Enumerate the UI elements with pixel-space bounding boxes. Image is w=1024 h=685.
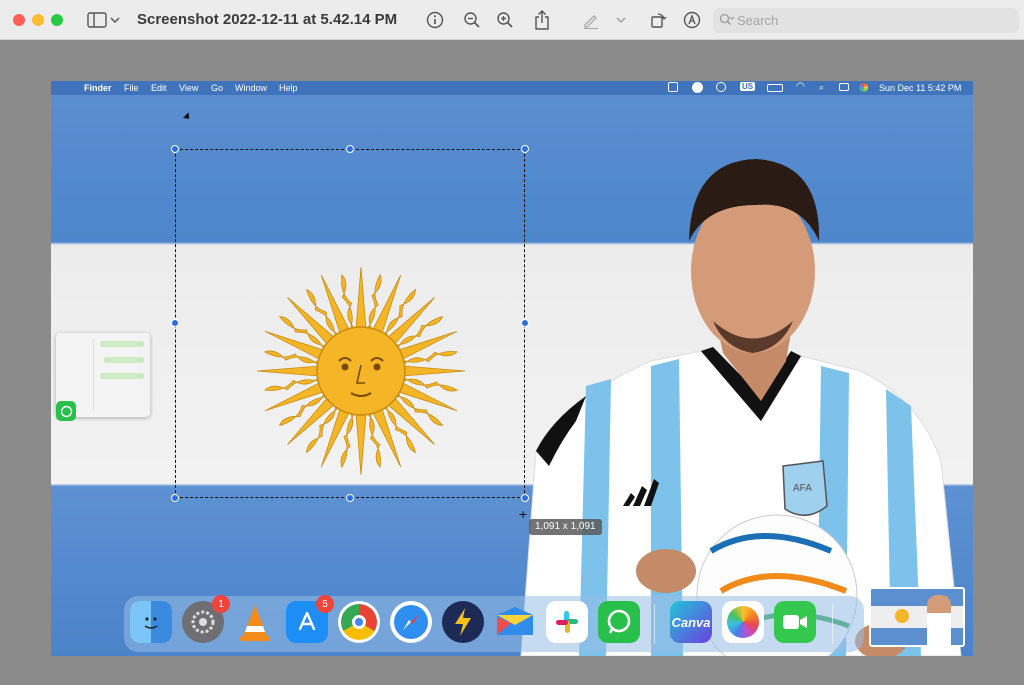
keyboard-layout-badge: US bbox=[740, 82, 756, 91]
facetime-icon bbox=[774, 601, 816, 643]
dock-divider bbox=[832, 604, 833, 644]
slack-icon bbox=[546, 601, 588, 643]
search-field[interactable] bbox=[713, 8, 1019, 33]
screenshot-thumbnail-preview[interactable] bbox=[869, 587, 965, 647]
reeder-icon bbox=[442, 601, 484, 643]
title-bar: Screenshot 2022-12-11 at 5.42.14 PM bbox=[0, 0, 1024, 40]
share-icon[interactable] bbox=[531, 9, 553, 31]
system-preferences-badge: 1 bbox=[212, 595, 230, 613]
whatsapp-icon[interactable] bbox=[56, 401, 76, 421]
svg-text:AFA: AFA bbox=[793, 483, 812, 494]
menubar-item-edit: Edit bbox=[151, 83, 167, 93]
rotate-icon[interactable] bbox=[647, 9, 669, 31]
app-store-icon: 5 bbox=[286, 595, 334, 643]
thumbnail-sun bbox=[895, 609, 909, 623]
canva-icon: Canva bbox=[670, 601, 712, 643]
bolt-icon bbox=[692, 82, 703, 93]
selection-handle-right[interactable] bbox=[521, 319, 529, 327]
menubar-item-file: File bbox=[124, 83, 139, 93]
selection-handle-bottom[interactable] bbox=[346, 494, 354, 502]
search-icon bbox=[719, 13, 735, 32]
chevron-down-icon[interactable] bbox=[108, 9, 122, 31]
selection-handle-bottom-right[interactable] bbox=[521, 494, 529, 502]
selection-handle-left[interactable] bbox=[171, 319, 179, 327]
airmail-icon bbox=[494, 601, 536, 643]
menubar-item-window: Window bbox=[235, 83, 268, 93]
document-title: Screenshot 2022-12-11 at 5.42.14 PM bbox=[137, 11, 398, 28]
wifi-icon: ◠ bbox=[796, 81, 805, 92]
captured-menubar: Finder File Edit View Go Window Help US … bbox=[51, 81, 973, 95]
menubar-item-view: View bbox=[179, 83, 199, 93]
zoom-out-icon[interactable] bbox=[461, 9, 483, 31]
chrome-icon bbox=[338, 601, 380, 643]
thumbnail-player bbox=[927, 595, 951, 645]
selection-handle-top-left[interactable] bbox=[171, 145, 179, 153]
close-button[interactable] bbox=[13, 14, 25, 26]
battery-icon bbox=[767, 84, 783, 92]
siri-icon bbox=[859, 83, 868, 92]
search-input[interactable] bbox=[737, 11, 1007, 30]
preview-window: Screenshot 2022-12-11 at 5.42.14 PM Sear… bbox=[0, 0, 1024, 685]
menubar-app-name: Finder bbox=[84, 83, 112, 93]
sidebar-icon[interactable] bbox=[86, 9, 108, 31]
zoom-button[interactable] bbox=[51, 14, 63, 26]
finder-icon bbox=[130, 601, 172, 643]
crosshair-cursor-icon: + bbox=[519, 506, 528, 522]
spotlight-icon: ⌕ bbox=[819, 82, 825, 92]
annotate-icon[interactable] bbox=[681, 9, 703, 31]
info-icon[interactable] bbox=[424, 9, 446, 31]
selection-handle-bottom-left[interactable] bbox=[171, 494, 179, 502]
control-center-icon bbox=[839, 83, 849, 91]
selection-handle-top-right[interactable] bbox=[521, 145, 529, 153]
menubar-datetime: Sun Dec 11 5:42 PM bbox=[879, 83, 962, 93]
zoom-in-icon[interactable] bbox=[494, 9, 516, 31]
markup-pen-icon[interactable] bbox=[580, 9, 602, 31]
player-photo: AFA bbox=[520, 159, 962, 656]
system-preferences-icon: 1 bbox=[182, 595, 230, 643]
chevron-down-icon[interactable] bbox=[614, 9, 628, 31]
screenshot-image[interactable]: Finder File Edit View Go Window Help US … bbox=[51, 81, 973, 656]
vlc-icon bbox=[234, 601, 276, 643]
menubar-item-go: Go bbox=[211, 83, 224, 93]
photos-icon bbox=[722, 601, 764, 643]
dock-divider bbox=[654, 604, 655, 644]
captured-dock: 1 5 Canva bbox=[124, 595, 864, 652]
whatsapp-dock-icon bbox=[598, 601, 640, 643]
time-machine-icon bbox=[716, 82, 726, 92]
menubar-item-help: Help bbox=[279, 83, 298, 93]
whatsapp-window-preview[interactable] bbox=[56, 333, 150, 421]
selection-handle-top[interactable] bbox=[346, 145, 354, 153]
crop-selection[interactable] bbox=[175, 149, 525, 498]
minimize-button[interactable] bbox=[32, 14, 44, 26]
safari-icon bbox=[390, 601, 432, 643]
control-icon bbox=[668, 82, 678, 92]
selection-size-label: 1,091 x 1,091 bbox=[529, 519, 602, 535]
app-store-badge: 5 bbox=[316, 595, 334, 613]
mouse-pointer-icon bbox=[182, 112, 193, 122]
